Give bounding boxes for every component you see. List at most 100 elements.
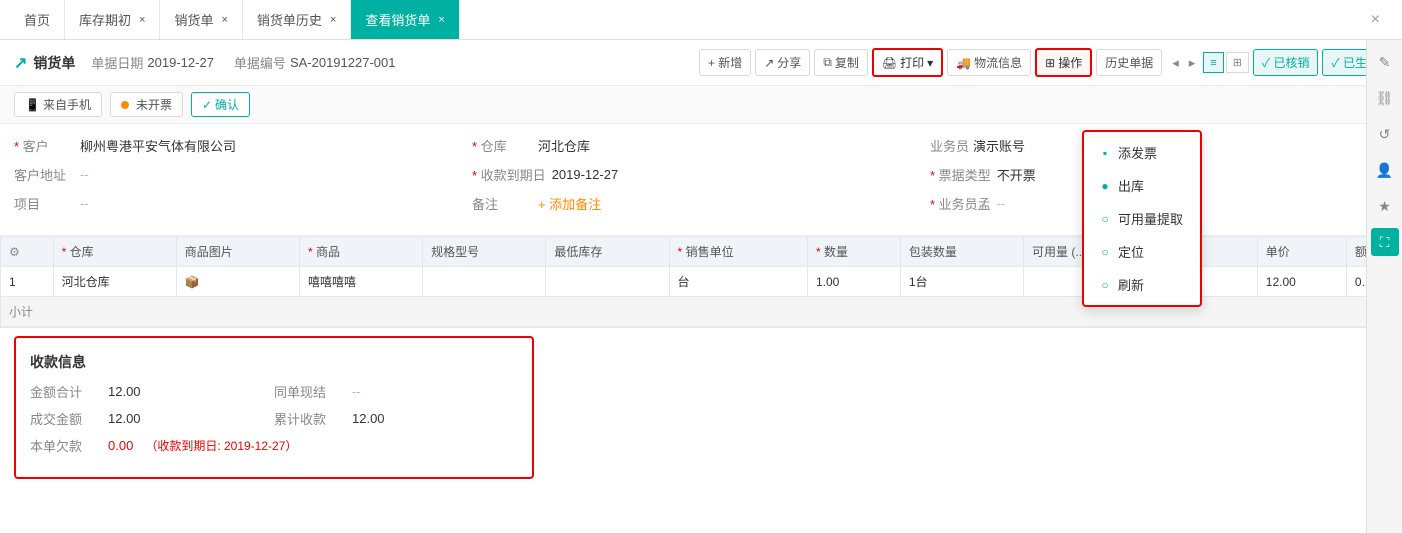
- ticket-type-label: 票据类型: [930, 165, 991, 184]
- out-stock-item[interactable]: ● 出库: [1084, 169, 1200, 202]
- col-pack-qty: 包装数量: [900, 237, 1023, 267]
- nuciao-button[interactable]: ✓ 已核销: [1253, 49, 1319, 76]
- warehouse-field: 仓库 河北仓库: [472, 136, 930, 155]
- available-qty-icon: ○: [1098, 212, 1112, 226]
- copy-button[interactable]: ⧉ 复制: [814, 49, 868, 76]
- logistics-button[interactable]: 🚚 物流信息: [947, 49, 1031, 76]
- add-note-button[interactable]: + 添加备注: [538, 194, 601, 213]
- print-button[interactable]: 🖨 打印 ▾: [872, 48, 943, 77]
- cell-spec: [423, 267, 546, 297]
- locate-item[interactable]: ○ 定位: [1084, 235, 1200, 268]
- project-field: 项目 --: [14, 194, 472, 213]
- doc-meta: 单据日期 2019-12-27 单据编号 SA-20191227-001: [91, 53, 395, 72]
- sidebar-refresh-icon[interactable]: ↺: [1371, 120, 1399, 148]
- tab-close-view-sales[interactable]: ×: [438, 14, 444, 26]
- same-order-value: --: [352, 384, 361, 399]
- staff2-value: --: [997, 196, 1006, 211]
- payment-section: 收款信息 金额合计 12.00 同单现结 -- 成交金额 12.00 累计收款 …: [14, 336, 534, 479]
- list-view-button[interactable]: ≡: [1203, 52, 1223, 73]
- customer-label: 客户: [14, 136, 74, 155]
- customer-field: 客户 柳州粤港平安气体有限公司: [14, 136, 472, 155]
- staff2-label: 业务员孟: [930, 194, 991, 213]
- project-label: 项目: [14, 194, 74, 213]
- settings-icon: ⚙: [9, 245, 20, 259]
- same-order-label: 同单现结: [274, 382, 344, 401]
- staff-value: 演示账号: [973, 136, 1025, 155]
- tab-close-history[interactable]: ×: [330, 14, 336, 26]
- cell-unit: 台: [669, 267, 807, 297]
- due-date-note: （收款到期日: 2019-12-27）: [145, 437, 297, 454]
- grid-view-button[interactable]: ⊞: [1226, 52, 1249, 73]
- refresh-icon: ○: [1098, 278, 1112, 292]
- staff-label: 业务员: [930, 136, 969, 155]
- sidebar-user-icon[interactable]: 👤: [1371, 156, 1399, 184]
- locate-icon: ○: [1098, 245, 1112, 259]
- cell-unit-price: 12.00: [1257, 267, 1346, 297]
- col-product: * 商品: [299, 237, 422, 267]
- sidebar-star-icon[interactable]: ★: [1371, 192, 1399, 220]
- toolbar: + 新增 ↗ 分享 ⧉ 复制 🖨 打印 ▾ 🚚 物流信息 ⊞ 操作: [699, 48, 1388, 77]
- tab-bar: 首页 库存期初 × 销货单 × 销货单历史 × 查看销货单 × ×: [0, 0, 1402, 40]
- this-order-due-value: 0.00: [108, 438, 133, 453]
- doc-type-label: 销货单: [33, 53, 75, 73]
- tab-inventory-init[interactable]: 库存期初 ×: [65, 0, 160, 39]
- this-order-due-field: 本单欠款 0.00 （收款到期日: 2019-12-27）: [30, 436, 518, 455]
- print-dropdown-arrow[interactable]: ▾: [927, 56, 933, 70]
- history-button[interactable]: 历史单据: [1096, 49, 1162, 76]
- cell-min-stock: [546, 267, 669, 297]
- transaction-amount-label: 成交金额: [30, 409, 100, 428]
- right-sidebar: ✎ ⛓ ↺ 👤 ★ ⛶: [1366, 40, 1402, 533]
- col-unit-price: 单价: [1257, 237, 1346, 267]
- prev-button[interactable]: ◂: [1168, 53, 1183, 73]
- share-icon: ↗: [764, 56, 774, 70]
- cumulative-receipt-label: 累计收款: [274, 409, 344, 428]
- tab-close-sales[interactable]: ×: [221, 14, 227, 26]
- address-label: 客户地址: [14, 165, 74, 184]
- date-value: 2019-12-27: [147, 55, 214, 70]
- col-settings[interactable]: ⚙: [1, 237, 54, 267]
- new-button[interactable]: + 新增: [699, 49, 751, 76]
- col-spec: 规格型号: [423, 237, 546, 267]
- available-qty-item[interactable]: ○ 可用量提取: [1084, 202, 1200, 235]
- total-amount-field: 金额合计 12.00: [30, 382, 274, 401]
- doc-header: ↗ 销货单 单据日期 2019-12-27 单据编号 SA-20191227-0…: [0, 40, 1402, 86]
- sidebar-link-icon[interactable]: ⛓: [1371, 84, 1399, 112]
- this-order-due-label: 本单欠款: [30, 436, 100, 455]
- logistics-icon: 🚚: [956, 56, 971, 70]
- cell-image: 📦: [176, 267, 299, 297]
- print-icon: 🖨: [882, 56, 897, 70]
- share-button[interactable]: ↗ 分享: [755, 49, 810, 76]
- confirm-button[interactable]: ✓ 确认: [191, 92, 250, 117]
- add-invoice-icon: ▪: [1098, 146, 1112, 160]
- payment-row-1: 金额合计 12.00 同单现结 --: [30, 382, 518, 401]
- from-phone-button[interactable]: 📱 来自手机: [14, 92, 102, 117]
- sidebar-edit-icon[interactable]: ✎: [1371, 48, 1399, 76]
- doc-title-area: ↗ 销货单: [14, 53, 75, 73]
- date-label: 单据日期: [91, 53, 143, 72]
- ticket-type-value: 不开票: [997, 165, 1036, 184]
- refresh-item[interactable]: ○ 刷新: [1084, 268, 1200, 301]
- tab-sales-history[interactable]: 销货单历史 ×: [243, 0, 351, 39]
- main-container: ↗ 销货单 单据日期 2019-12-27 单据编号 SA-20191227-0…: [0, 40, 1402, 533]
- tab-sales-order[interactable]: 销货单 ×: [160, 0, 242, 39]
- col-image: 商品图片: [176, 237, 299, 267]
- project-value: --: [80, 196, 89, 211]
- due-date-label: 收款到期日: [472, 165, 546, 184]
- payment-row-3: 本单欠款 0.00 （收款到期日: 2019-12-27）: [30, 436, 518, 455]
- warehouse-value: 河北仓库: [538, 136, 590, 155]
- tab-home[interactable]: 首页: [10, 0, 65, 39]
- customer-value: 柳州粤港平安气体有限公司: [80, 136, 236, 155]
- next-button[interactable]: ▸: [1185, 53, 1200, 73]
- cell-pack-qty: 1台: [900, 267, 1023, 297]
- tab-view-sales[interactable]: 查看销货单 ×: [351, 0, 459, 39]
- action-row: 📱 来自手机 未开票 ✓ 确认: [0, 86, 1402, 124]
- sidebar-expand-icon[interactable]: ⛶: [1371, 228, 1399, 256]
- nav-arrows: ◂ ▸: [1168, 53, 1199, 73]
- same-order-field: 同单现结 --: [274, 382, 518, 401]
- not-open-button[interactable]: 未开票: [110, 92, 183, 117]
- window-close-button[interactable]: ×: [1359, 11, 1392, 29]
- cell-quantity: 1.00: [807, 267, 900, 297]
- tab-close-inventory[interactable]: ×: [139, 14, 145, 26]
- add-invoice-item[interactable]: ▪ 添发票: [1084, 136, 1200, 169]
- operations-button[interactable]: ⊞ 操作: [1035, 48, 1092, 77]
